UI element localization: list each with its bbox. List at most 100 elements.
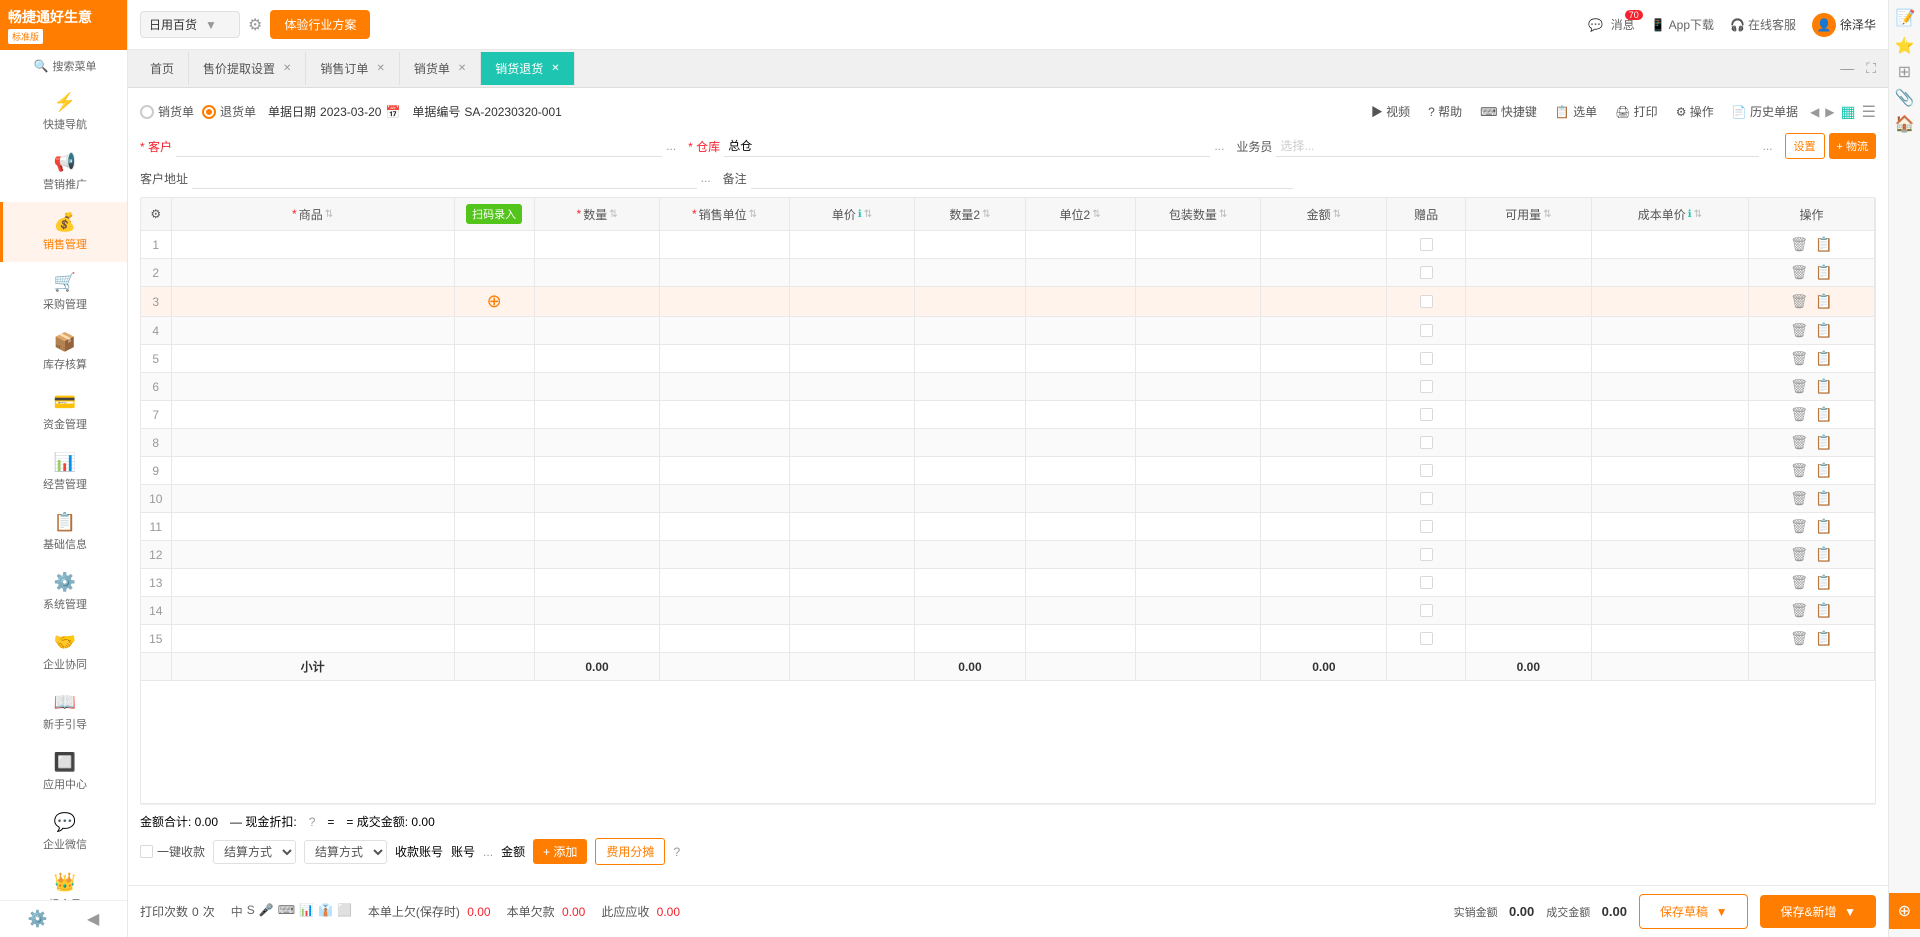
save-draft-dropdown-icon[interactable]: ▼ bbox=[1716, 905, 1728, 919]
message-button[interactable]: 💬 70 消息 bbox=[1588, 16, 1634, 33]
cell-cost-15[interactable] bbox=[1591, 625, 1748, 653]
cell-unit-5[interactable] bbox=[660, 345, 789, 373]
delete-row-7[interactable]: 🗑 bbox=[1790, 406, 1808, 422]
tab-minimize-icon[interactable]: — bbox=[1836, 58, 1858, 79]
cell-amount-2[interactable] bbox=[1261, 259, 1387, 287]
sidebar-item-operations[interactable]: 📊 经营管理 bbox=[0, 442, 127, 502]
cell-price-5[interactable] bbox=[789, 345, 915, 373]
save-draft-button[interactable]: 保存草稿 ▼ bbox=[1639, 894, 1749, 929]
right-panel-home-icon[interactable]: 🏠 bbox=[1895, 114, 1915, 134]
cell-qty-12[interactable] bbox=[534, 541, 660, 569]
cell-amount-7[interactable] bbox=[1261, 401, 1387, 429]
cell-cost-1[interactable] bbox=[1591, 231, 1748, 259]
cell-unit2-14[interactable] bbox=[1025, 597, 1135, 625]
sidebar-item-search[interactable]: 🔍 搜索菜单 bbox=[0, 50, 127, 82]
save-new-dropdown-icon[interactable]: ▼ bbox=[1844, 905, 1856, 919]
cell-cost-11[interactable] bbox=[1591, 513, 1748, 541]
cell-qty-5[interactable] bbox=[534, 345, 660, 373]
split-cost-button[interactable]: 费用分摊 bbox=[595, 838, 665, 865]
cell-qty2-6[interactable] bbox=[915, 373, 1025, 401]
cell-unit-12[interactable] bbox=[660, 541, 789, 569]
cell-avail-8[interactable] bbox=[1465, 429, 1591, 457]
gift-checkbox-5[interactable] bbox=[1420, 352, 1433, 365]
cell-unit2-13[interactable] bbox=[1025, 569, 1135, 597]
save-new-button[interactable]: 保存&新增 ▼ bbox=[1760, 895, 1876, 928]
cell-product-7[interactable] bbox=[171, 401, 454, 429]
cell-cost-2[interactable] bbox=[1591, 259, 1748, 287]
copy-row-2[interactable]: 📋 bbox=[1815, 264, 1832, 280]
cell-product-9[interactable] bbox=[171, 457, 454, 485]
cell-avail-2[interactable] bbox=[1465, 259, 1591, 287]
cell-product-12[interactable] bbox=[171, 541, 454, 569]
cell-amount-9[interactable] bbox=[1261, 457, 1387, 485]
cell-qty-1[interactable] bbox=[534, 231, 660, 259]
tab-sales-order[interactable]: 销售订单 ✕ bbox=[306, 52, 399, 85]
cell-cost-10[interactable] bbox=[1591, 485, 1748, 513]
account-select-icon[interactable]: ... bbox=[483, 845, 493, 859]
delete-row-14[interactable]: 🗑 bbox=[1790, 602, 1808, 618]
address-select-icon[interactable]: ... bbox=[701, 171, 711, 185]
bottom-icon-7[interactable]: ⬜ bbox=[337, 903, 352, 920]
cell-unit2-11[interactable] bbox=[1025, 513, 1135, 541]
price-sort-icon[interactable]: ⇅ bbox=[864, 209, 872, 220]
cell-product-6[interactable] bbox=[171, 373, 454, 401]
right-panel-grid-icon[interactable]: ⊞ bbox=[1898, 62, 1911, 82]
cell-price-15[interactable] bbox=[789, 625, 915, 653]
cell-qty2-1[interactable] bbox=[915, 231, 1025, 259]
cell-amount-15[interactable] bbox=[1261, 625, 1387, 653]
bottom-icon-4[interactable]: ⌨ bbox=[278, 903, 295, 920]
cell-qty2-10[interactable] bbox=[915, 485, 1025, 513]
cell-price-6[interactable] bbox=[789, 373, 915, 401]
gift-checkbox-13[interactable] bbox=[1420, 576, 1433, 589]
cell-product-10[interactable] bbox=[171, 485, 454, 513]
cell-price-12[interactable] bbox=[789, 541, 915, 569]
qty2-sort-icon[interactable]: ⇅ bbox=[982, 209, 990, 220]
copy-row-14[interactable]: 📋 bbox=[1815, 602, 1832, 618]
cell-avail-15[interactable] bbox=[1465, 625, 1591, 653]
copy-row-7[interactable]: 📋 bbox=[1815, 406, 1832, 422]
cell-amount-11[interactable] bbox=[1261, 513, 1387, 541]
cell-qty-7[interactable] bbox=[534, 401, 660, 429]
cell-avail-7[interactable] bbox=[1465, 401, 1591, 429]
cell-price-3[interactable] bbox=[789, 287, 915, 317]
cell-avail-5[interactable] bbox=[1465, 345, 1591, 373]
right-panel-star-icon[interactable]: ⭐ bbox=[1895, 36, 1915, 56]
cell-unit2-1[interactable] bbox=[1025, 231, 1135, 259]
select-btn[interactable]: 📋 选单 bbox=[1549, 100, 1603, 123]
sidebar-item-member[interactable]: 👑 畅会员 bbox=[0, 862, 127, 900]
cell-cost-12[interactable] bbox=[1591, 541, 1748, 569]
bottom-icon-1[interactable]: 中 bbox=[231, 903, 243, 920]
cell-cost-7[interactable] bbox=[1591, 401, 1748, 429]
cell-qty2-14[interactable] bbox=[915, 597, 1025, 625]
online-service-button[interactable]: 🎧 在线客服 bbox=[1730, 16, 1796, 33]
list-view-icon[interactable]: ☰ bbox=[1862, 102, 1876, 122]
cell-avail-11[interactable] bbox=[1465, 513, 1591, 541]
cell-pkg-13[interactable] bbox=[1135, 569, 1261, 597]
cell-price-13[interactable] bbox=[789, 569, 915, 597]
delete-row-5[interactable]: 🗑 bbox=[1790, 350, 1808, 366]
cell-product-14[interactable] bbox=[171, 597, 454, 625]
cell-avail-1[interactable] bbox=[1465, 231, 1591, 259]
cell-unit-9[interactable] bbox=[660, 457, 789, 485]
delete-row-10[interactable]: 🗑 bbox=[1790, 490, 1808, 506]
cell-cost-6[interactable] bbox=[1591, 373, 1748, 401]
delete-row-15[interactable]: 🗑 bbox=[1790, 630, 1808, 646]
cell-qty-14[interactable] bbox=[534, 597, 660, 625]
salesperson-select-icon[interactable]: ... bbox=[1763, 139, 1773, 153]
add-payment-button[interactable]: + 添加 bbox=[533, 839, 587, 864]
cell-avail-14[interactable] bbox=[1465, 597, 1591, 625]
video-btn[interactable]: ▶ 视频 bbox=[1365, 100, 1416, 123]
cell-amount-6[interactable] bbox=[1261, 373, 1387, 401]
copy-row-4[interactable]: 📋 bbox=[1815, 322, 1832, 338]
cell-pkg-1[interactable] bbox=[1135, 231, 1261, 259]
amount-sort-icon[interactable]: ⇅ bbox=[1333, 209, 1341, 220]
settlement-select[interactable]: 结算方式 bbox=[213, 840, 296, 864]
print-btn[interactable]: 🖨 打印 bbox=[1609, 100, 1664, 123]
cell-unit-4[interactable] bbox=[660, 317, 789, 345]
plus-icon[interactable]: ⊕ bbox=[487, 291, 502, 311]
tab-price-setting[interactable]: 售价提取设置 ✕ bbox=[189, 52, 306, 85]
cell-price-9[interactable] bbox=[789, 457, 915, 485]
cell-avail-13[interactable] bbox=[1465, 569, 1591, 597]
tab-sales-return-close[interactable]: ✕ bbox=[551, 63, 559, 74]
cell-product-3[interactable] bbox=[171, 287, 454, 317]
